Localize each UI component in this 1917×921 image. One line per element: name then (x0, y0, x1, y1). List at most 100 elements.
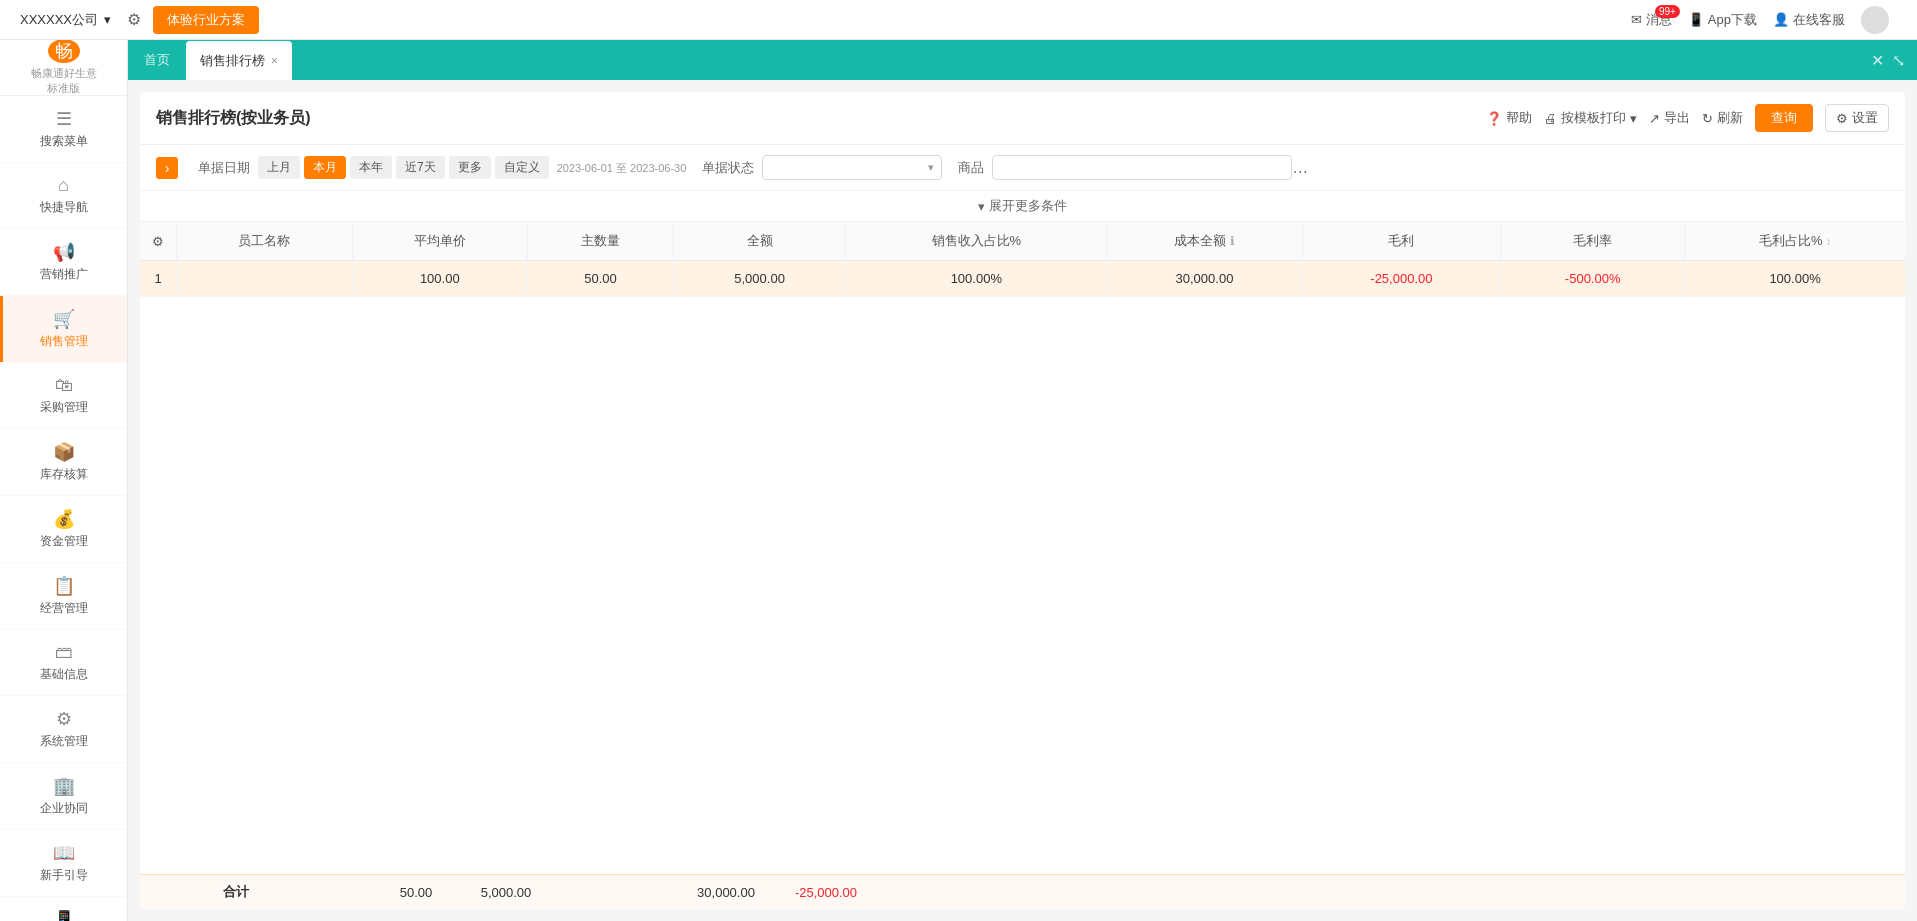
top-right-actions: ✉ 消息 99+ 📱 App下载 👤 在线客服 (1631, 6, 1905, 34)
trial-button[interactable]: 体验行业方案 (153, 6, 259, 34)
date-btn-this-year[interactable]: 本年 (350, 156, 392, 179)
logo-char: 畅 (55, 40, 73, 63)
sidebar-item-basics[interactable]: 🗃 基础信息 (0, 630, 127, 696)
date-buttons: 上月 本月 本年 近7天 更多 自定义 (258, 156, 549, 179)
tab-home[interactable]: 首页 (128, 40, 186, 80)
app-icon: 📱 (1688, 12, 1704, 27)
basics-icon: 🗃 (55, 642, 73, 663)
cost-info-icon[interactable]: ℹ (1230, 234, 1235, 248)
td-rank: 1 (140, 261, 177, 297)
date-btn-7days[interactable]: 近7天 (396, 156, 445, 179)
sidebar-item-marketing[interactable]: 📢 营销推广 (0, 229, 127, 296)
sidebar-item-sales[interactable]: 🛒 销售管理 (0, 296, 127, 363)
sidebar-item-app-center[interactable]: 📱 应用中心 (0, 897, 127, 921)
logo-text-sub: 标准版 (31, 81, 97, 96)
tab-actions: ✕ ⤡ (1871, 51, 1917, 70)
sidebar-item-quick-nav[interactable]: ⌂ 快捷导航 (0, 163, 127, 229)
date-label: 单据日期 (198, 159, 250, 177)
sidebar-item-guide[interactable]: 📖 新手引导 (0, 830, 127, 897)
print-chevron-icon: ▾ (1630, 111, 1637, 126)
td-name (177, 261, 353, 297)
top-bar: XXXXXX公司 ▾ ⚙ 体验行业方案 ✉ 消息 99+ 📱 App下载 👤 在… (0, 0, 1917, 40)
sidebar-item-inventory[interactable]: 📦 库存核算 (0, 429, 127, 496)
message-icon: ✉ (1631, 12, 1642, 27)
sidebar-item-search-order[interactable]: ☰ 搜索菜单 (0, 96, 127, 163)
service-icon: 👤 (1773, 12, 1789, 27)
company-settings-icon[interactable]: ⚙ (127, 10, 141, 29)
refresh-button[interactable]: ↻ 刷新 (1702, 109, 1743, 127)
sidebar-item-system[interactable]: ⚙ 系统管理 (0, 696, 127, 763)
print-icon: 🖨 (1544, 111, 1557, 126)
online-service-button[interactable]: 👤 在线客服 (1773, 11, 1845, 29)
footer-amount: 5,000.00 (481, 885, 532, 900)
td-cost: 30,000.00 (1107, 261, 1302, 297)
page-header: 销售排行榜(按业务员) ❓ 帮助 🖨 按模板打印 ▾ ↗ 导出 (140, 92, 1905, 145)
logo-text-main: 畅康通好生意 (31, 66, 97, 81)
goods-more-icon[interactable]: … (1292, 159, 1308, 177)
table-row: 1 100.00 50.00 5,000.00 100.00% 30,000.0… (140, 261, 1905, 297)
sidebar-item-collab[interactable]: 🏢 企业协同 (0, 763, 127, 830)
status-label: 单据状态 (702, 159, 754, 177)
filter-date-group: 单据日期 上月 本月 本年 近7天 更多 自定义 2023-06-01 至 20… (198, 156, 686, 179)
system-icon: ⚙ (56, 708, 72, 730)
date-btn-this-month[interactable]: 本月 (304, 156, 346, 179)
td-profit: -25,000.00 (1302, 261, 1501, 297)
td-avg-price: 100.00 (352, 261, 528, 297)
message-button[interactable]: ✉ 消息 99+ (1631, 11, 1672, 29)
filter-bar: › 单据日期 上月 本月 本年 近7天 更多 自定义 2023-06-01 至 … (140, 145, 1905, 191)
footer-total-label: 合计 (223, 884, 249, 899)
td-profit-rate: -500.00% (1501, 261, 1685, 297)
company-selector[interactable]: XXXXXX公司 ▾ (12, 7, 119, 33)
th-qty: 主数量 (528, 222, 674, 261)
sidebar-label-purchase: 采购管理 (40, 399, 88, 416)
footer-profit: -25,000.00 (795, 885, 857, 900)
help-button[interactable]: ❓ 帮助 (1486, 109, 1532, 127)
page-actions: ❓ 帮助 🖨 按模板打印 ▾ ↗ 导出 ↻ 刷新 (1486, 104, 1889, 132)
sidebar-label-quick-nav: 快捷导航 (40, 199, 88, 216)
page-title: 销售排行榜(按业务员) (156, 108, 311, 129)
export-button[interactable]: ↗ 导出 (1649, 109, 1690, 127)
filter-goods-group: 商品 … (958, 155, 1308, 180)
tab-close-window-icon[interactable]: ✕ (1871, 51, 1884, 70)
filter-status-group: 单据状态 ▾ (702, 155, 942, 180)
query-button[interactable]: 查询 (1755, 104, 1813, 132)
filter-expand-arrow[interactable]: › (156, 157, 178, 179)
footer-cost: 30,000.00 (697, 885, 755, 900)
expand-conditions-row[interactable]: ▾ 展开更多条件 (140, 191, 1905, 222)
status-input[interactable] (762, 155, 942, 180)
sidebar-label-basics: 基础信息 (40, 666, 88, 683)
th-profit: 毛利 (1302, 222, 1501, 261)
sidebar-item-finance[interactable]: 💰 资金管理 (0, 496, 127, 563)
date-btn-more[interactable]: 更多 (449, 156, 491, 179)
marketing-icon: 📢 (53, 241, 75, 263)
sidebar-label-operations: 经营管理 (40, 600, 88, 617)
td-amount: 5,000.00 (673, 261, 845, 297)
goods-input[interactable] (992, 155, 1292, 180)
table-header-row: ⚙ 员工名称 平均单价 主数量 全额 销售收入占比% 成本全额 ℹ (140, 222, 1905, 261)
guide-icon: 📖 (53, 842, 75, 864)
sidebar-logo: 畅 畅康通好生意 标准版 (0, 40, 127, 96)
message-badge: 99+ (1655, 5, 1680, 18)
th-name: 员工名称 (177, 222, 353, 261)
date-btn-custom[interactable]: 自定义 (495, 156, 549, 179)
expand-chevron-icon: ▾ (978, 199, 985, 214)
app-download-button[interactable]: 📱 App下载 (1688, 11, 1757, 29)
template-print-button[interactable]: 🖨 按模板打印 ▾ (1544, 109, 1637, 127)
sidebar-item-purchase[interactable]: 🛍 采购管理 (0, 363, 127, 429)
profit-ratio-sort-icon[interactable]: ↕ (1826, 236, 1831, 247)
search-order-icon: ☰ (56, 108, 72, 130)
col-settings-icon[interactable]: ⚙ (152, 234, 164, 249)
sidebar-item-operations[interactable]: 📋 经营管理 (0, 563, 127, 630)
goods-input-wrap: … (992, 155, 1308, 180)
expand-label: 展开更多条件 (989, 197, 1067, 215)
tab-sales-ranking[interactable]: 销售排行榜 × (186, 41, 292, 81)
date-btn-last-month[interactable]: 上月 (258, 156, 300, 179)
finance-icon: 💰 (53, 508, 75, 530)
sidebar-label-inventory: 库存核算 (40, 466, 88, 483)
settings-button[interactable]: ⚙ 设置 (1825, 104, 1889, 132)
tab-expand-icon[interactable]: ⤡ (1892, 51, 1905, 70)
goods-label: 商品 (958, 159, 984, 177)
th-amount: 全额 (673, 222, 845, 261)
avatar[interactable] (1861, 6, 1889, 34)
tab-close-icon[interactable]: × (271, 54, 278, 68)
